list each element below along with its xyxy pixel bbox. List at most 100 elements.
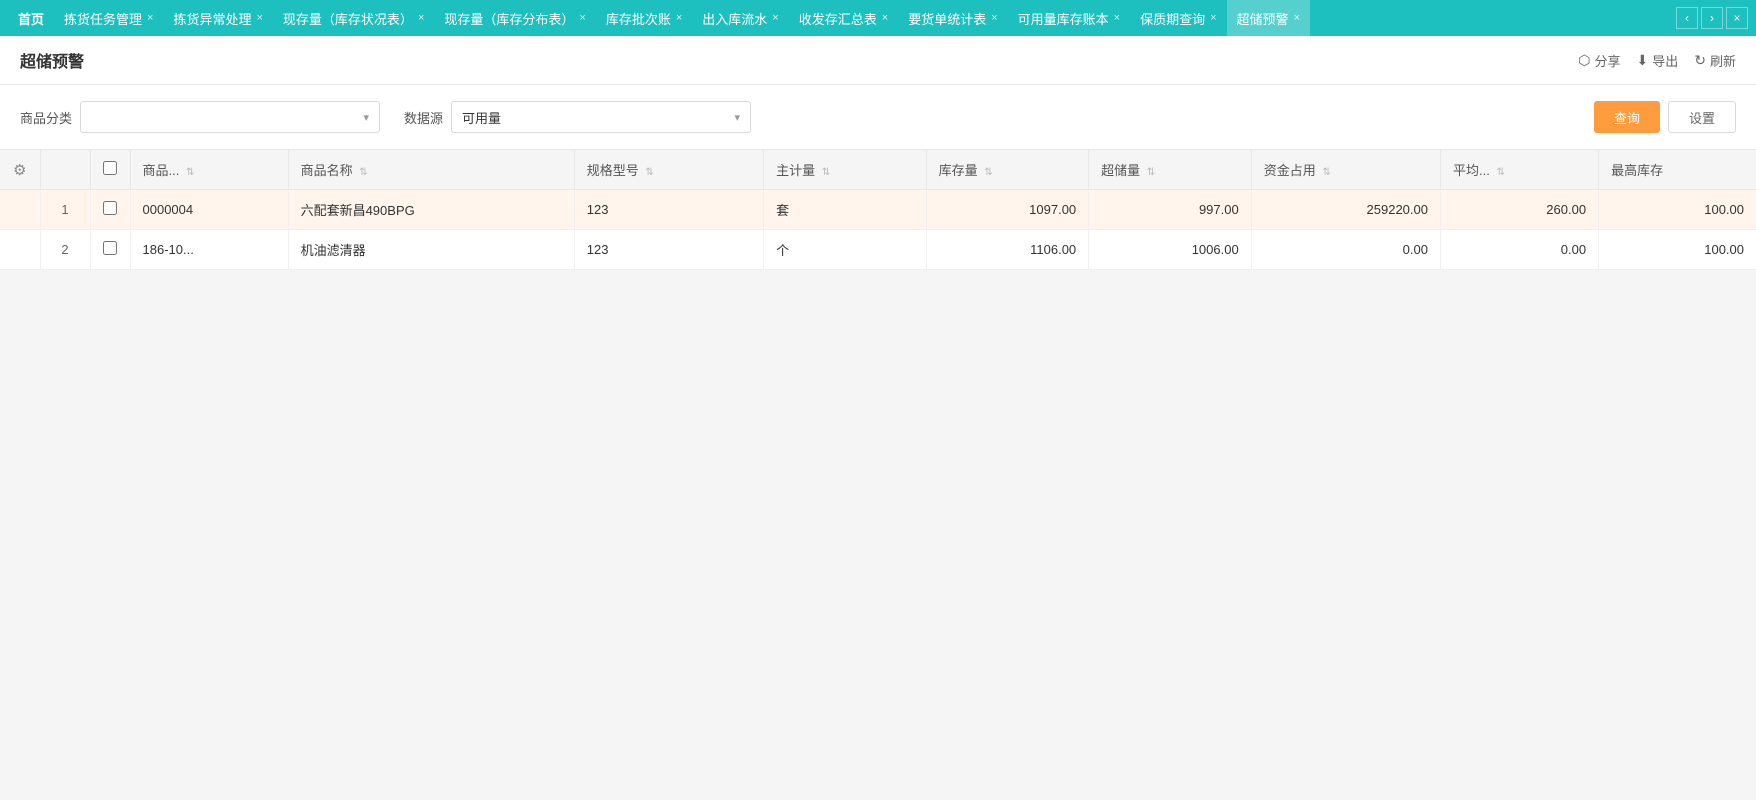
nav-task-mgmt[interactable]: 拣货任务管理 × <box>54 0 163 36</box>
row-product-name: 六配套新昌490BPG <box>288 190 574 230</box>
row-product-name: 机油滤清器 <box>288 230 574 270</box>
nav-overstock-alert[interactable]: 超储预警 × <box>1227 0 1310 36</box>
select-all-checkbox[interactable] <box>103 161 117 175</box>
overstock-table: ⚙ 商品... ⇅ 商品名称 ⇅ 规格型号 ⇅ <box>0 150 1756 270</box>
row-settings-cell <box>0 190 40 230</box>
nav-order-stats-label: 要货单统计表 <box>908 9 986 28</box>
th-max-stock-label: 最高库存 <box>1611 163 1663 178</box>
row-max-stock: 100.00 <box>1599 230 1756 270</box>
category-filter-group: 商品分类 ▾ <box>20 101 380 133</box>
th-product-name[interactable]: 商品名称 ⇅ <box>288 150 574 190</box>
sort-icon: ⇅ <box>645 167 653 178</box>
row-spec: 123 <box>574 230 763 270</box>
nav-close-icon[interactable]: × <box>147 12 153 24</box>
nav-close-icon[interactable]: × <box>1294 12 1300 24</box>
th-max-stock[interactable]: 最高库存 <box>1599 150 1756 190</box>
sort-icon: ⇅ <box>359 167 367 178</box>
row-overstock-qty: 1006.00 <box>1089 230 1252 270</box>
table-header-row: ⚙ 商品... ⇅ 商品名称 ⇅ 规格型号 ⇅ <box>0 150 1756 190</box>
nav-arrow-right[interactable]: › <box>1701 7 1723 29</box>
row-index: 2 <box>40 230 90 270</box>
nav-close-icon[interactable]: × <box>676 12 682 24</box>
nav-close-icon[interactable]: × <box>772 12 778 24</box>
category-filter-label: 商品分类 <box>20 108 72 127</box>
row-avg: 260.00 <box>1440 190 1598 230</box>
datasource-select[interactable]: 可用量 ▾ <box>451 101 751 133</box>
query-button[interactable]: 查询 <box>1594 101 1660 133</box>
nav-summary-table[interactable]: 收发存汇总表 × <box>789 0 898 36</box>
th-checkbox[interactable] <box>90 150 130 190</box>
nav-task-mgmt-label: 拣货任务管理 <box>64 9 142 28</box>
th-stock-qty[interactable]: 库存量 ⇅ <box>926 150 1089 190</box>
page-title: 超储预警 <box>20 48 84 72</box>
row-checkbox-cell[interactable] <box>90 190 130 230</box>
row-index: 1 <box>40 190 90 230</box>
row-checkbox[interactable] <box>103 201 117 215</box>
export-button[interactable]: ⬇ 导出 <box>1637 51 1679 70</box>
export-icon: ⬇ <box>1637 52 1649 69</box>
nav-close-icon[interactable]: × <box>256 12 262 24</box>
nav-home[interactable]: 首页 <box>8 0 54 36</box>
settings-button[interactable]: 设置 <box>1668 101 1736 133</box>
row-capital-usage: 259220.00 <box>1251 190 1440 230</box>
nav-close-icon[interactable]: × <box>882 12 888 24</box>
nav-stock-status-label: 现存量（库存状况表） <box>283 9 413 28</box>
nav-summary-table-label: 收发存汇总表 <box>799 9 877 28</box>
th-product-code[interactable]: 商品... ⇅ <box>130 150 288 190</box>
nav-in-out-flow-label: 出入库流水 <box>702 9 767 28</box>
th-overstock-qty[interactable]: 超储量 ⇅ <box>1089 150 1252 190</box>
header-actions: ⬡ 分享 ⬇ 导出 ↻ 刷新 <box>1578 51 1736 70</box>
refresh-button[interactable]: ↻ 刷新 <box>1694 51 1736 70</box>
share-button[interactable]: ⬡ 分享 <box>1578 51 1620 70</box>
category-select[interactable]: ▾ <box>80 101 380 133</box>
nav-arrow-more[interactable]: × <box>1726 7 1748 29</box>
row-spec: 123 <box>574 190 763 230</box>
sort-icon: ⇅ <box>1322 167 1330 178</box>
th-capital-usage[interactable]: 资金占用 ⇅ <box>1251 150 1440 190</box>
nav-stock-dist[interactable]: 现存量（库存分布表） × <box>434 0 595 36</box>
table-row: 1 0000004 六配套新昌490BPG 123 套 1097.00 997.… <box>0 190 1756 230</box>
nav-batch-account-label: 库存批次账 <box>606 9 671 28</box>
th-product-code-label: 商品... <box>143 163 180 178</box>
nav-order-stats[interactable]: 要货单统计表 × <box>898 0 1007 36</box>
gear-icon[interactable]: ⚙ <box>13 162 26 179</box>
th-avg[interactable]: 平均... ⇅ <box>1440 150 1598 190</box>
chevron-down-icon: ▾ <box>735 111 741 124</box>
row-unit: 套 <box>764 190 927 230</box>
top-navigation: 首页 拣货任务管理 × 拣货异常处理 × 现存量（库存状况表） × 现存量（库存… <box>0 0 1756 36</box>
nav-in-out-flow[interactable]: 出入库流水 × <box>692 0 788 36</box>
nav-stock-status[interactable]: 现存量（库存状况表） × <box>273 0 434 36</box>
nav-exception[interactable]: 拣货异常处理 × <box>163 0 272 36</box>
share-label: 分享 <box>1594 51 1620 70</box>
share-icon: ⬡ <box>1578 52 1590 69</box>
th-overstock-qty-label: 超储量 <box>1101 163 1140 178</box>
row-avg: 0.00 <box>1440 230 1598 270</box>
nav-close-icon[interactable]: × <box>1210 12 1216 24</box>
nav-available-stock[interactable]: 可用量库存账本 × <box>1008 0 1130 36</box>
row-unit: 个 <box>764 230 927 270</box>
nav-expiry-query-label: 保质期查询 <box>1140 9 1205 28</box>
nav-close-icon[interactable]: × <box>991 12 997 24</box>
th-avg-label: 平均... <box>1453 163 1490 178</box>
nav-close-icon[interactable]: × <box>579 12 585 24</box>
th-spec[interactable]: 规格型号 ⇅ <box>574 150 763 190</box>
th-unit[interactable]: 主计量 ⇅ <box>764 150 927 190</box>
nav-arrow-left[interactable]: ‹ <box>1676 7 1698 29</box>
sort-icon: ⇅ <box>984 167 992 178</box>
row-checkbox[interactable] <box>103 241 117 255</box>
row-checkbox-cell[interactable] <box>90 230 130 270</box>
th-settings[interactable]: ⚙ <box>0 150 40 190</box>
nav-batch-account[interactable]: 库存批次账 × <box>596 0 692 36</box>
table-row: 2 186-10... 机油滤清器 123 个 1106.00 1006.00 … <box>0 230 1756 270</box>
th-spec-label: 规格型号 <box>587 163 639 178</box>
row-product-code: 186-10... <box>130 230 288 270</box>
chevron-down-icon: ▾ <box>363 111 369 124</box>
sort-icon: ⇅ <box>186 167 194 178</box>
filter-area: 商品分类 ▾ 数据源 可用量 ▾ 查询 设置 <box>0 85 1756 150</box>
table-body: 1 0000004 六配套新昌490BPG 123 套 1097.00 997.… <box>0 190 1756 270</box>
nav-available-stock-label: 可用量库存账本 <box>1018 9 1109 28</box>
table-container: ⚙ 商品... ⇅ 商品名称 ⇅ 规格型号 ⇅ <box>0 150 1756 270</box>
nav-close-icon[interactable]: × <box>1114 12 1120 24</box>
nav-close-icon[interactable]: × <box>418 12 424 24</box>
nav-expiry-query[interactable]: 保质期查询 × <box>1130 0 1226 36</box>
